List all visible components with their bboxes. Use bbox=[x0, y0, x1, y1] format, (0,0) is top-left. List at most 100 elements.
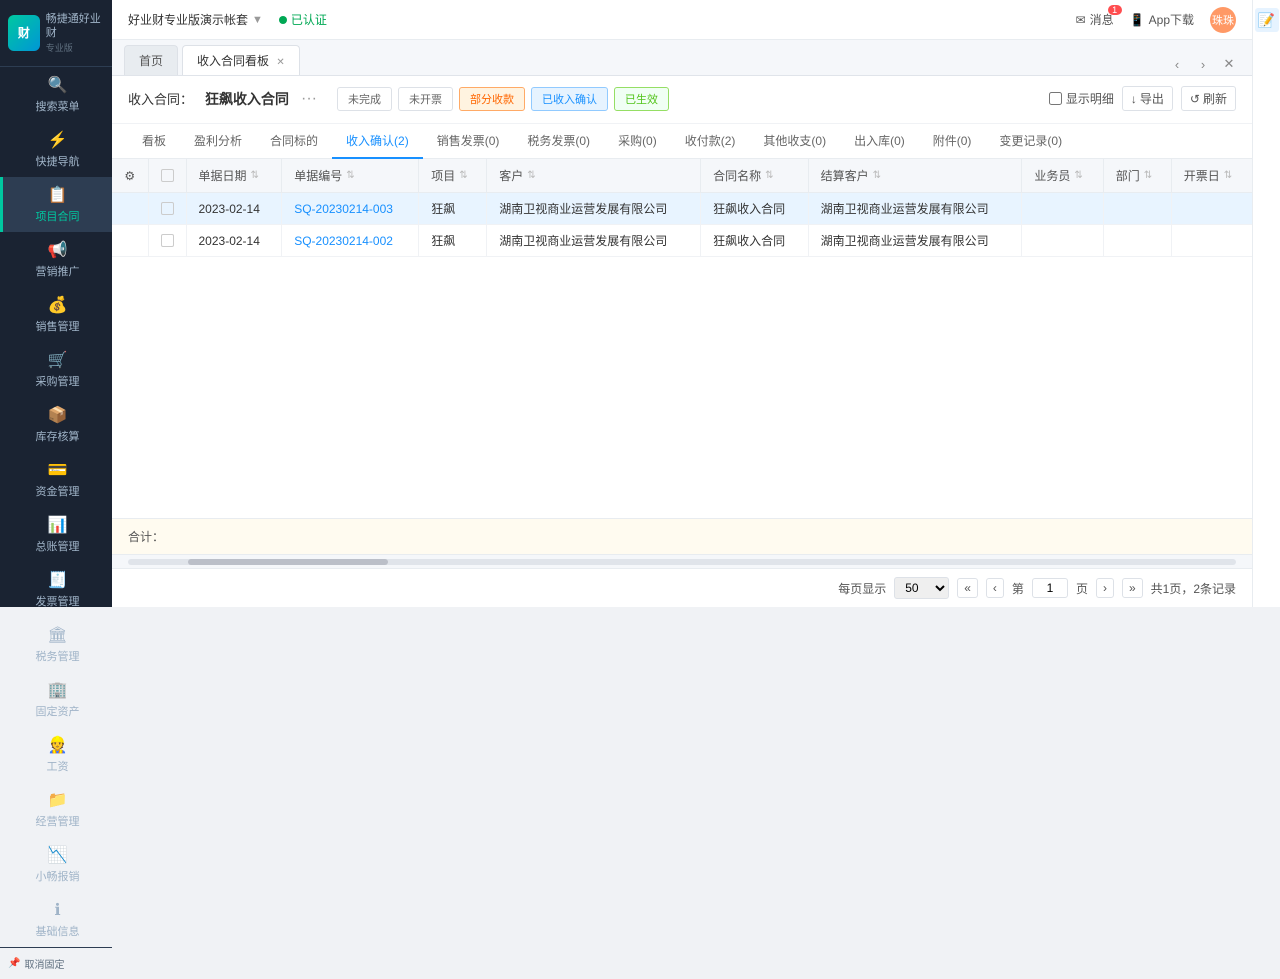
subtab-10[interactable]: 附件(0) bbox=[919, 124, 986, 159]
sidebar-icon-4: 💰 bbox=[48, 295, 68, 315]
sidebar-item-15[interactable]: ℹ基础信息 bbox=[0, 892, 112, 947]
table-row[interactable]: 2023-02-14 SQ-20230214-003 狂飙 湖南卫视商业运营发展… bbox=[112, 193, 1252, 225]
message-btn[interactable]: ✉ 消息 1 bbox=[1076, 11, 1114, 28]
company-dropdown-icon[interactable]: ▼ bbox=[252, 14, 263, 26]
table-row[interactable]: 2023-02-14 SQ-20230214-002 狂飙 湖南卫视商业运营发展… bbox=[112, 225, 1252, 257]
th-invoice-date-label: 开票日 bbox=[1184, 167, 1220, 184]
company-selector[interactable]: 好业财专业版演示帐套 ▼ bbox=[128, 11, 263, 28]
select-all-checkbox[interactable] bbox=[161, 169, 174, 182]
sidebar-item-12[interactable]: 👷工资 bbox=[0, 727, 112, 782]
sidebar-item-9[interactable]: 🧾发票管理 bbox=[0, 562, 112, 617]
subtab-6[interactable]: 采购(0) bbox=[604, 124, 671, 159]
sort-project-icon[interactable]: ⇅ bbox=[459, 170, 467, 181]
app-download-btn[interactable]: 📱 App下载 bbox=[1130, 11, 1194, 28]
status-revenue-confirmed[interactable]: 已收入确认 bbox=[531, 87, 608, 111]
row-cb-0[interactable] bbox=[148, 193, 186, 225]
first-page-btn[interactable]: « bbox=[957, 578, 978, 598]
row-salesperson-1 bbox=[1022, 225, 1103, 257]
table-header-row: ⚙ 单据日期 ⇅ 单据编号 bbox=[112, 159, 1252, 193]
sidebar-bottom[interactable]: 📌 取消固定 bbox=[0, 947, 112, 979]
row-settlement-0: 湖南卫视商业运营发展有限公司 bbox=[808, 193, 1022, 225]
subtab-8[interactable]: 其他收支(0) bbox=[749, 124, 840, 159]
tab-contract-panel[interactable]: 收入合同看板 ✕ bbox=[182, 45, 300, 75]
sidebar-item-2[interactable]: 📋项目合同 bbox=[0, 177, 112, 232]
sidebar-item-11[interactable]: 🏢固定资产 bbox=[0, 672, 112, 727]
tab-prev-btn[interactable]: ‹ bbox=[1166, 53, 1188, 75]
sidebar-item-13[interactable]: 📁经营管理 bbox=[0, 782, 112, 837]
status-partial-payment[interactable]: 部分收款 bbox=[459, 87, 525, 111]
subtab-3[interactable]: 收入确认(2) bbox=[332, 124, 423, 159]
sort-date-icon[interactable]: ⇅ bbox=[251, 170, 259, 181]
contract-title-row: 收入合同： 狂飙收入合同 ··· 未完成 未开票 部分收款 已收入确认 已生效 … bbox=[128, 86, 1236, 111]
th-settings[interactable]: ⚙ bbox=[112, 159, 148, 193]
sort-customer-icon[interactable]: ⇅ bbox=[527, 170, 535, 181]
subtab-11[interactable]: 变更记录(0) bbox=[985, 124, 1076, 159]
header-actions: 显示明细 ↓ 导出 ↺ 刷新 bbox=[1049, 86, 1236, 111]
sidebar-item-1[interactable]: ⚡快捷导航 bbox=[0, 122, 112, 177]
right-panel-note-icon[interactable]: 📝 bbox=[1255, 8, 1279, 32]
row-number-1[interactable]: SQ-20230214-002 bbox=[282, 225, 419, 257]
th-checkbox[interactable] bbox=[148, 159, 186, 193]
row-cb-1[interactable] bbox=[148, 225, 186, 257]
row-checkbox-1[interactable] bbox=[161, 234, 174, 247]
status-incomplete[interactable]: 未完成 bbox=[337, 87, 392, 111]
sidebar-item-6[interactable]: 📦库存核算 bbox=[0, 397, 112, 452]
current-page-input[interactable] bbox=[1032, 578, 1068, 598]
more-button[interactable]: ··· bbox=[301, 90, 317, 108]
subtab-5[interactable]: 税务发票(0) bbox=[513, 124, 604, 159]
sort-invoice-date-icon[interactable]: ⇅ bbox=[1224, 170, 1232, 181]
sidebar-item-7[interactable]: 💳资金管理 bbox=[0, 452, 112, 507]
scrollbar-thumb[interactable] bbox=[188, 559, 388, 565]
row-number-link-1[interactable]: SQ-20230214-002 bbox=[294, 234, 393, 248]
subtab-1[interactable]: 盈利分析 bbox=[180, 124, 256, 159]
sidebar-item-10[interactable]: 🏛税务管理 bbox=[0, 617, 112, 672]
status-uninvoiced[interactable]: 未开票 bbox=[398, 87, 453, 111]
message-icon: ✉ bbox=[1076, 13, 1086, 27]
row-project-1: 狂飙 bbox=[419, 225, 487, 257]
pin-label[interactable]: 取消固定 bbox=[24, 956, 64, 971]
subtab-7[interactable]: 收付款(2) bbox=[671, 124, 750, 159]
show-detail-checkbox[interactable]: 显示明细 bbox=[1049, 90, 1114, 107]
last-page-btn[interactable]: » bbox=[1122, 578, 1143, 598]
row-checkbox-0[interactable] bbox=[161, 202, 174, 215]
content-area: 收入合同： 狂飙收入合同 ··· 未完成 未开票 部分收款 已收入确认 已生效 … bbox=[112, 76, 1252, 607]
next-page-btn[interactable]: › bbox=[1096, 578, 1114, 598]
sidebar-item-8[interactable]: 📊总账管理 bbox=[0, 507, 112, 562]
sidebar-item-3[interactable]: 📢营销推广 bbox=[0, 232, 112, 287]
logo-title: 畅捷通好业财 bbox=[46, 12, 104, 41]
show-detail-label: 显示明细 bbox=[1066, 90, 1114, 107]
tab-home[interactable]: 首页 bbox=[124, 45, 178, 75]
sort-salesperson-icon[interactable]: ⇅ bbox=[1074, 170, 1082, 181]
prev-page-btn[interactable]: ‹ bbox=[986, 578, 1004, 598]
status-effective[interactable]: 已生效 bbox=[614, 87, 669, 111]
sort-department-icon[interactable]: ⇅ bbox=[1144, 170, 1152, 181]
row-number-link-0[interactable]: SQ-20230214-003 bbox=[294, 202, 393, 216]
data-table-container[interactable]: ⚙ 单据日期 ⇅ 单据编号 bbox=[112, 159, 1252, 518]
user-avatar-btn[interactable]: 珠珠 bbox=[1210, 7, 1236, 33]
subtab-4[interactable]: 销售发票(0) bbox=[423, 124, 514, 159]
sidebar-icon-13: 📁 bbox=[48, 790, 68, 810]
sidebar-item-0[interactable]: 🔍搜索菜单 bbox=[0, 67, 112, 122]
export-button[interactable]: ↓ 导出 bbox=[1122, 86, 1173, 111]
subtab-9[interactable]: 出入库(0) bbox=[840, 124, 919, 159]
sort-number-icon[interactable]: ⇅ bbox=[346, 170, 354, 181]
horizontal-scrollbar[interactable] bbox=[112, 554, 1252, 568]
sidebar-item-14[interactable]: 📉小畅报销 bbox=[0, 837, 112, 892]
sidebar-item-5[interactable]: 🛒采购管理 bbox=[0, 342, 112, 397]
row-settings-1 bbox=[112, 225, 148, 257]
subtab-0[interactable]: 看板 bbox=[128, 124, 180, 159]
settings-icon[interactable]: ⚙ bbox=[124, 169, 135, 183]
tab-next-btn[interactable]: › bbox=[1192, 53, 1214, 75]
tab-close-btn[interactable]: ✕ bbox=[1218, 53, 1240, 75]
subtab-2[interactable]: 合同标的 bbox=[256, 124, 332, 159]
tab-close-icon[interactable]: ✕ bbox=[276, 57, 284, 68]
refresh-button[interactable]: ↺ 刷新 bbox=[1181, 86, 1236, 111]
sort-settlement-icon[interactable]: ⇅ bbox=[873, 170, 881, 181]
row-date-0: 2023-02-14 bbox=[186, 193, 282, 225]
sidebar-icon-6: 📦 bbox=[48, 405, 68, 425]
page-size-select[interactable]: 50 20 100 bbox=[894, 577, 949, 599]
sidebar-item-4[interactable]: 💰销售管理 bbox=[0, 287, 112, 342]
sort-contract-icon[interactable]: ⇅ bbox=[765, 170, 773, 181]
row-number-0[interactable]: SQ-20230214-003 bbox=[282, 193, 419, 225]
show-detail-input[interactable] bbox=[1049, 92, 1062, 105]
